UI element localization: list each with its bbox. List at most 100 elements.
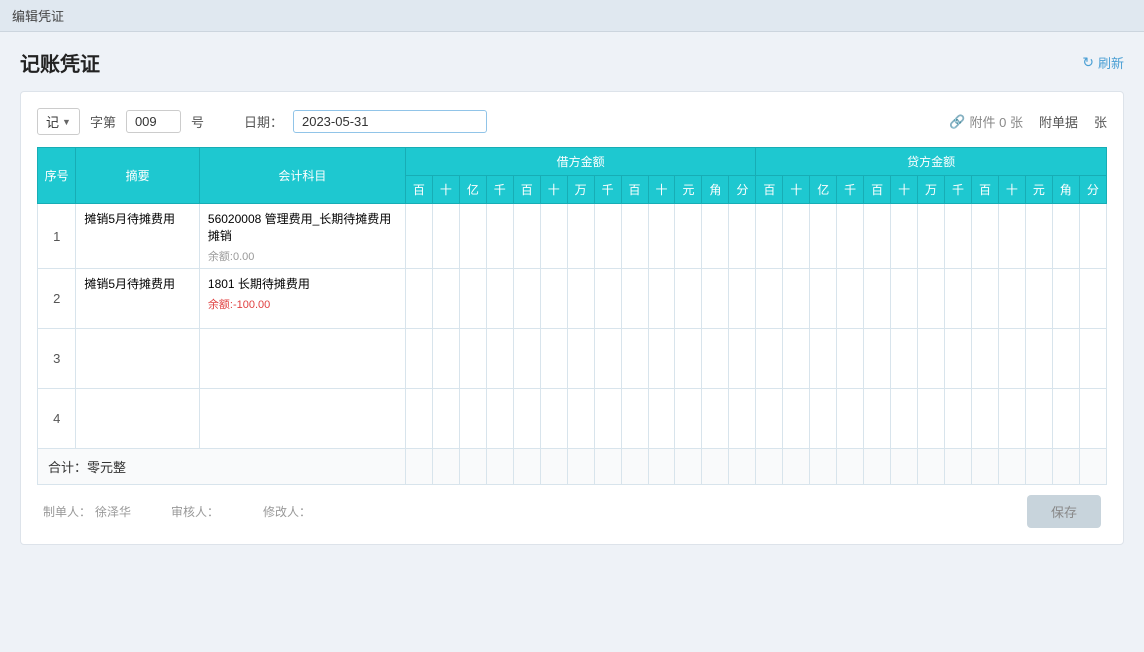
credit-digit-cell-r4-c10[interactable] xyxy=(998,389,1025,449)
credit-digit-cell-r1-c4[interactable] xyxy=(837,204,864,269)
credit-digit-cell-r4-c3[interactable] xyxy=(810,389,837,449)
credit-digit-cell-r3-c6[interactable] xyxy=(891,329,918,389)
credit-digit-cell-r2-c10[interactable] xyxy=(998,269,1025,329)
debit-digit-cell-r4-c7[interactable] xyxy=(567,389,594,449)
debit-digit-cell-r2-c11[interactable] xyxy=(675,269,702,329)
credit-digit-cell-r3-c4[interactable] xyxy=(837,329,864,389)
credit-digit-cell-r4-c12[interactable] xyxy=(1052,389,1079,449)
debit-digit-cell-r1-c1[interactable] xyxy=(405,204,432,269)
credit-digit-cell-r4-c11[interactable] xyxy=(1025,389,1052,449)
debit-digit-cell-r4-c8[interactable] xyxy=(594,389,621,449)
credit-digit-cell-r4-c5[interactable] xyxy=(864,389,891,449)
debit-digit-cell-r2-c12[interactable] xyxy=(702,269,729,329)
debit-digit-cell-r2-c6[interactable] xyxy=(540,269,567,329)
debit-digit-cell-r2-c7[interactable] xyxy=(567,269,594,329)
credit-digit-cell-r2-c2[interactable] xyxy=(783,269,810,329)
debit-digit-cell-r3-c6[interactable] xyxy=(540,329,567,389)
debit-digit-cell-r1-c13[interactable] xyxy=(729,204,756,269)
debit-digit-cell-r1-c5[interactable] xyxy=(513,204,540,269)
summary-cell-4[interactable] xyxy=(76,389,200,449)
table-row[interactable]: 4 xyxy=(38,389,1107,449)
credit-digit-cell-r3-c11[interactable] xyxy=(1025,329,1052,389)
debit-digit-cell-r3-c5[interactable] xyxy=(513,329,540,389)
credit-digit-cell-r2-c13[interactable] xyxy=(1079,269,1106,329)
debit-digit-cell-r2-c4[interactable] xyxy=(486,269,513,329)
debit-digit-cell-r3-c7[interactable] xyxy=(567,329,594,389)
debit-digit-cell-r4-c13[interactable] xyxy=(729,389,756,449)
refresh-button[interactable]: ↻ 刷新 xyxy=(1082,53,1124,72)
credit-digit-cell-r1-c8[interactable] xyxy=(945,204,972,269)
credit-digit-cell-r1-c11[interactable] xyxy=(1025,204,1052,269)
debit-digit-cell-r3-c9[interactable] xyxy=(621,329,648,389)
debit-digit-cell-r1-c9[interactable] xyxy=(621,204,648,269)
debit-digit-cell-r4-c6[interactable] xyxy=(540,389,567,449)
debit-digit-cell-r1-c6[interactable] xyxy=(540,204,567,269)
credit-digit-cell-r4-c6[interactable] xyxy=(891,389,918,449)
debit-digit-cell-r3-c8[interactable] xyxy=(594,329,621,389)
credit-digit-cell-r2-c12[interactable] xyxy=(1052,269,1079,329)
debit-digit-cell-r2-c5[interactable] xyxy=(513,269,540,329)
date-input[interactable] xyxy=(293,110,487,133)
credit-digit-cell-r4-c8[interactable] xyxy=(945,389,972,449)
debit-digit-cell-r4-c2[interactable] xyxy=(432,389,459,449)
credit-digit-cell-r2-c9[interactable] xyxy=(971,269,998,329)
credit-digit-cell-r1-c7[interactable] xyxy=(918,204,945,269)
credit-digit-cell-r2-c8[interactable] xyxy=(945,269,972,329)
credit-digit-cell-r2-c3[interactable] xyxy=(810,269,837,329)
credit-digit-cell-r3-c8[interactable] xyxy=(945,329,972,389)
credit-digit-cell-r2-c7[interactable] xyxy=(918,269,945,329)
credit-digit-cell-r3-c5[interactable] xyxy=(864,329,891,389)
debit-digit-cell-r1-c7[interactable] xyxy=(567,204,594,269)
summary-cell-1[interactable]: 摊销5月待摊费用 xyxy=(76,204,200,269)
credit-digit-cell-r3-c10[interactable] xyxy=(998,329,1025,389)
account-cell-2[interactable]: 1801 长期待摊费用余额:-100.00 xyxy=(199,269,405,329)
credit-digit-cell-r1-c1[interactable] xyxy=(756,204,783,269)
summary-cell-2[interactable]: 摊销5月待摊费用 xyxy=(76,269,200,329)
attachments-link[interactable]: 🔗 附件 0 张 xyxy=(949,112,1023,131)
credit-digit-cell-r1-c12[interactable] xyxy=(1052,204,1079,269)
credit-digit-cell-r3-c9[interactable] xyxy=(971,329,998,389)
debit-digit-cell-r1-c8[interactable] xyxy=(594,204,621,269)
debit-digit-cell-r3-c10[interactable] xyxy=(648,329,675,389)
credit-digit-cell-r4-c13[interactable] xyxy=(1079,389,1106,449)
credit-digit-cell-r3-c1[interactable] xyxy=(756,329,783,389)
debit-digit-cell-r1-c12[interactable] xyxy=(702,204,729,269)
credit-digit-cell-r4-c2[interactable] xyxy=(783,389,810,449)
credit-digit-cell-r2-c1[interactable] xyxy=(756,269,783,329)
credit-digit-cell-r1-c13[interactable] xyxy=(1079,204,1106,269)
credit-digit-cell-r4-c1[interactable] xyxy=(756,389,783,449)
debit-digit-cell-r3-c11[interactable] xyxy=(675,329,702,389)
credit-digit-cell-r1-c2[interactable] xyxy=(783,204,810,269)
credit-digit-cell-r3-c3[interactable] xyxy=(810,329,837,389)
debit-digit-cell-r3-c2[interactable] xyxy=(432,329,459,389)
debit-digit-cell-r3-c12[interactable] xyxy=(702,329,729,389)
account-cell-1[interactable]: 56020008 管理费用_长期待摊费用摊销余额:0.00 xyxy=(199,204,405,269)
debit-digit-cell-r2-c10[interactable] xyxy=(648,269,675,329)
attach-single-btn[interactable]: 附单据 xyxy=(1039,112,1078,131)
debit-digit-cell-r1-c4[interactable] xyxy=(486,204,513,269)
credit-digit-cell-r1-c9[interactable] xyxy=(971,204,998,269)
debit-digit-cell-r1-c11[interactable] xyxy=(675,204,702,269)
debit-digit-cell-r2-c8[interactable] xyxy=(594,269,621,329)
credit-digit-cell-r1-c6[interactable] xyxy=(891,204,918,269)
account-cell-4[interactable] xyxy=(199,389,405,449)
credit-digit-cell-r2-c4[interactable] xyxy=(837,269,864,329)
debit-digit-cell-r4-c1[interactable] xyxy=(405,389,432,449)
debit-digit-cell-r3-c4[interactable] xyxy=(486,329,513,389)
credit-digit-cell-r1-c5[interactable] xyxy=(864,204,891,269)
save-button[interactable]: 保存 xyxy=(1027,495,1101,528)
credit-digit-cell-r2-c11[interactable] xyxy=(1025,269,1052,329)
credit-digit-cell-r4-c9[interactable] xyxy=(971,389,998,449)
credit-digit-cell-r1-c3[interactable] xyxy=(810,204,837,269)
table-row[interactable]: 1摊销5月待摊费用56020008 管理费用_长期待摊费用摊销余额:0.00 xyxy=(38,204,1107,269)
debit-digit-cell-r4-c12[interactable] xyxy=(702,389,729,449)
debit-digit-cell-r1-c3[interactable] xyxy=(459,204,486,269)
debit-digit-cell-r2-c2[interactable] xyxy=(432,269,459,329)
credit-digit-cell-r3-c7[interactable] xyxy=(918,329,945,389)
debit-digit-cell-r4-c11[interactable] xyxy=(675,389,702,449)
voucher-type-dropdown[interactable]: 记 ▼ xyxy=(37,108,80,135)
credit-digit-cell-r3-c12[interactable] xyxy=(1052,329,1079,389)
debit-digit-cell-r1-c2[interactable] xyxy=(432,204,459,269)
debit-digit-cell-r2-c1[interactable] xyxy=(405,269,432,329)
credit-digit-cell-r1-c10[interactable] xyxy=(998,204,1025,269)
